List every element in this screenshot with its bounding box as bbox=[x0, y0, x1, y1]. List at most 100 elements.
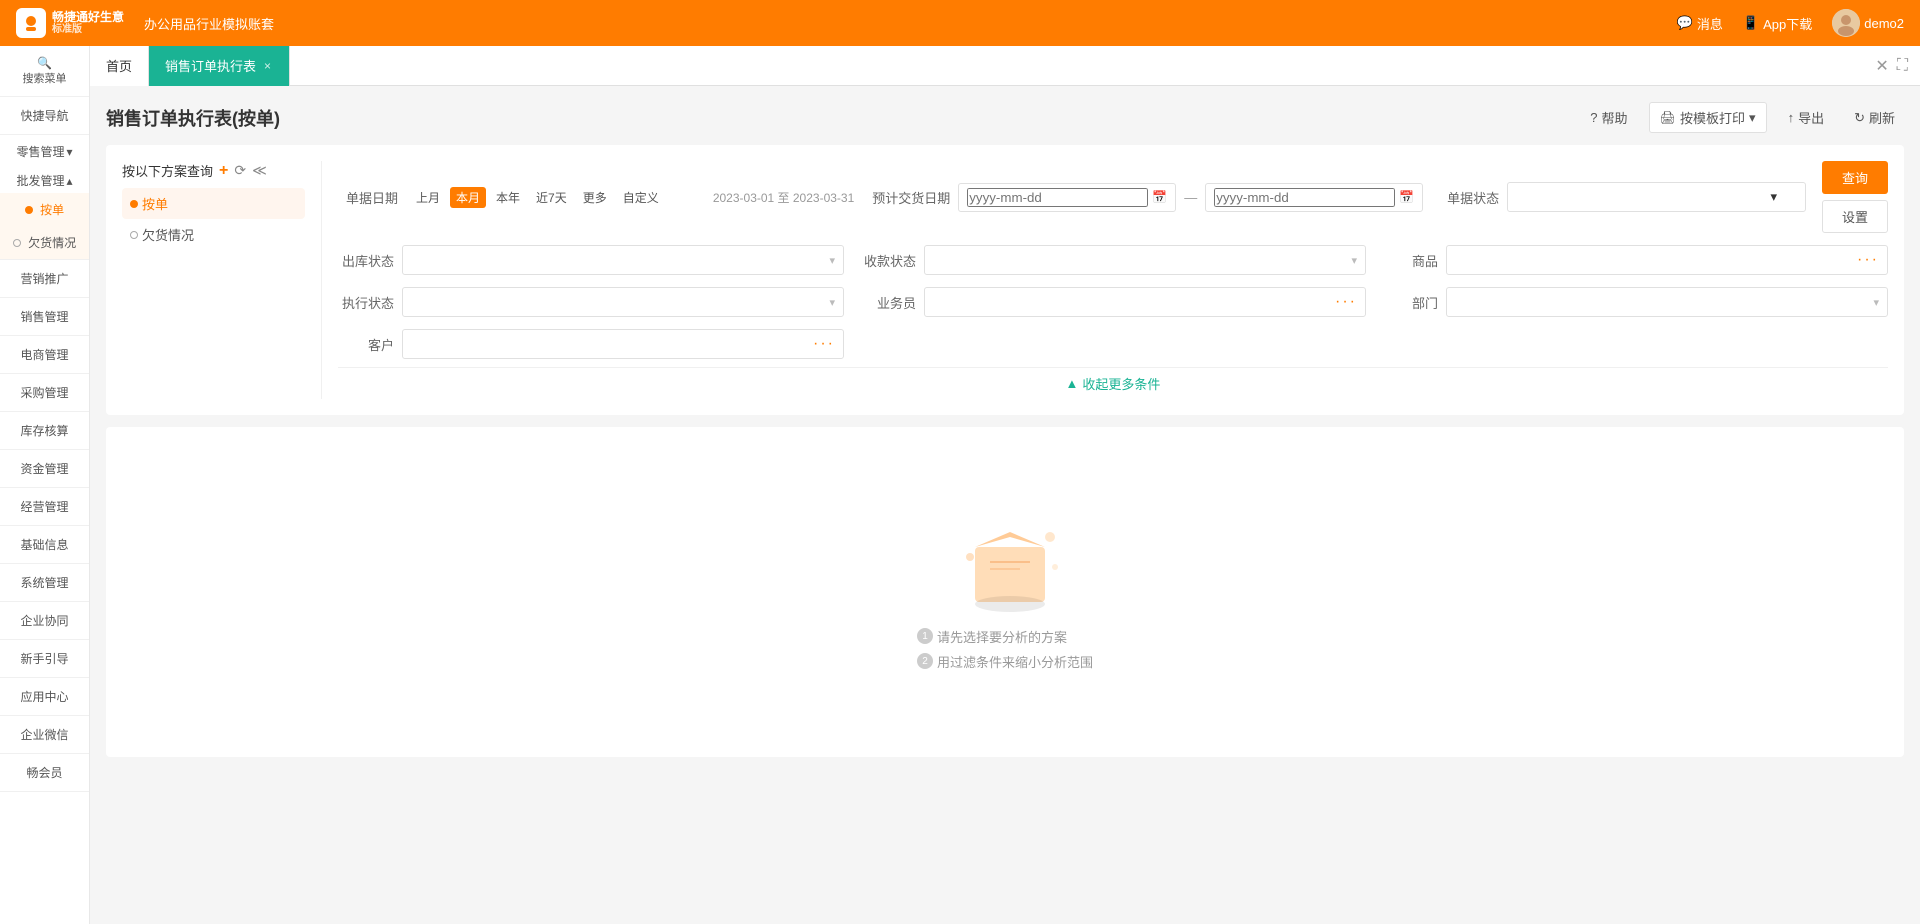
basic-label: 基础信息 bbox=[20, 538, 68, 552]
message-label: 消息 bbox=[1697, 14, 1723, 33]
customer-label: 客户 bbox=[338, 335, 394, 354]
sidebar-sub-item-欠货情况[interactable]: 欠货情况 bbox=[0, 226, 89, 259]
exec-status-cell: 执行状态 ▾ bbox=[338, 287, 844, 317]
add-scheme-button[interactable]: + bbox=[219, 162, 228, 180]
wechat-label: 企业微信 bbox=[20, 728, 68, 742]
sidebar-item-enterprise[interactable]: 企业协同 bbox=[0, 602, 89, 640]
empty-state: 1 请先选择要分析的方案 2 用过滤条件来缩小分析范围 bbox=[106, 427, 1904, 757]
scheme-active-dot bbox=[130, 200, 138, 208]
date-label: 单据日期 bbox=[338, 188, 398, 207]
doc-status-select[interactable]: ▾ bbox=[1507, 182, 1806, 212]
scheme-item-按单[interactable]: 按单 bbox=[122, 188, 305, 219]
page-actions: ? 帮助 🖨 按模板打印 ▾ ↑ 导出 ↻ 刷新 bbox=[1581, 102, 1904, 133]
print-button[interactable]: 🖨 按模板打印 ▾ bbox=[1649, 102, 1767, 133]
filter-row-2: 出库状态 ▾ 收款状态 ▾ bbox=[338, 245, 1888, 275]
customer-select[interactable]: ··· bbox=[402, 329, 844, 359]
dept-select[interactable]: ▾ bbox=[1446, 287, 1888, 317]
filter-section-title-text: 按以下方案查询 bbox=[122, 161, 213, 180]
scheme-item-欠货情况[interactable]: 欠货情况 bbox=[122, 219, 305, 250]
sidebar-item-search[interactable]: 🔍 搜索菜单 bbox=[0, 46, 89, 97]
sidebar-item-purchase[interactable]: 采购管理 bbox=[0, 374, 89, 412]
outbound-status-select[interactable]: ▾ bbox=[402, 245, 844, 275]
sidebar-sub-欠货情况-label: 欠货情况 bbox=[28, 236, 76, 250]
page-title: 销售订单执行表(按单) bbox=[106, 105, 280, 131]
goods-select[interactable]: ··· bbox=[1446, 245, 1888, 275]
payment-status-select[interactable]: ▾ bbox=[924, 245, 1366, 275]
date-tab-more[interactable]: 更多 bbox=[577, 187, 613, 208]
outbound-status-cell: 出库状态 ▾ bbox=[338, 245, 844, 275]
top-nav-right: 💬 消息 📱 App下载 demo2 bbox=[1677, 9, 1904, 37]
empty-box-svg bbox=[955, 507, 1075, 617]
sidebar-item-system[interactable]: 系统管理 bbox=[0, 564, 89, 602]
sidebar-item-apps[interactable]: 应用中心 bbox=[0, 678, 89, 716]
export-button[interactable]: ↑ 导出 bbox=[1779, 103, 1834, 132]
calendar-icon-1: 📅 bbox=[1152, 190, 1167, 204]
user-nav-item[interactable]: demo2 bbox=[1832, 9, 1904, 37]
expected-date-start-input[interactable] bbox=[967, 188, 1148, 207]
print-label: 按模板打印 bbox=[1680, 108, 1745, 127]
refresh-button[interactable]: ↻ 刷新 bbox=[1845, 103, 1904, 132]
expected-date-end-input[interactable] bbox=[1214, 188, 1395, 207]
sales-label: 销售管理 bbox=[20, 310, 68, 324]
message-nav-item[interactable]: 💬 消息 bbox=[1677, 14, 1723, 33]
hint-text-2: 用过滤条件来缩小分析范围 bbox=[937, 652, 1093, 671]
purchase-label: 采购管理 bbox=[20, 386, 68, 400]
finance-label: 资金管理 bbox=[20, 462, 68, 476]
sidebar-item-operation[interactable]: 经营管理 bbox=[0, 488, 89, 526]
doc-status-label: 单据状态 bbox=[1439, 188, 1499, 207]
tab-home[interactable]: 首页 bbox=[90, 46, 149, 86]
empty-hint-1: 1 请先选择要分析的方案 bbox=[917, 627, 1093, 646]
sidebar-item-newbie[interactable]: 新手引导 bbox=[0, 640, 89, 678]
settings-button[interactable]: 设置 bbox=[1822, 200, 1888, 233]
logo-sub: 标准版 bbox=[52, 24, 124, 36]
exec-arrow-icon: ▾ bbox=[829, 296, 835, 309]
wholesale-arrow-icon: ▴ bbox=[66, 174, 72, 188]
app-download-nav-item[interactable]: 📱 App下载 bbox=[1743, 14, 1812, 33]
sidebar-item-sales[interactable]: 销售管理 bbox=[0, 298, 89, 336]
date-tab-last-month[interactable]: 上月 bbox=[410, 187, 446, 208]
tab-close-window-icon[interactable]: ✕ bbox=[1875, 56, 1888, 76]
tab-expand-icon[interactable]: ⛶ bbox=[1897, 57, 1908, 75]
date-tab-this-month[interactable]: 本月 bbox=[450, 187, 486, 208]
tab-active[interactable]: 销售订单执行表 × bbox=[149, 46, 290, 86]
nav-dropdown[interactable]: 办公用品行业模拟账套 bbox=[144, 14, 274, 33]
sidebar-item-ecommerce[interactable]: 电商管理 bbox=[0, 336, 89, 374]
logo-title: 畅捷通好生意 bbox=[52, 10, 124, 24]
exec-status-select[interactable]: ▾ bbox=[402, 287, 844, 317]
active-dot-icon bbox=[25, 206, 33, 214]
empty-illustration bbox=[955, 507, 1055, 607]
inventory-label: 库存核算 bbox=[20, 424, 68, 438]
sidebar-sub-按单-label: 按单 bbox=[40, 203, 64, 217]
payment-status-cell: 收款状态 ▾ bbox=[860, 245, 1366, 275]
sidebar-sub-item-按单[interactable]: 按单 bbox=[0, 193, 89, 226]
help-button[interactable]: ? 帮助 bbox=[1581, 103, 1636, 132]
tab-close-icon[interactable]: × bbox=[262, 57, 273, 75]
collapse-button[interactable]: ▲ 收起更多条件 bbox=[338, 367, 1888, 399]
logo[interactable]: 畅捷通好生意 标准版 bbox=[16, 8, 124, 38]
search-button[interactable]: 查询 bbox=[1822, 161, 1888, 194]
sidebar-item-marketing[interactable]: 营销推广 bbox=[0, 260, 89, 298]
collapse-scheme-icon[interactable]: ≪ bbox=[252, 162, 267, 179]
salesperson-label: 业务员 bbox=[860, 293, 916, 312]
main-layout: 🔍 搜索菜单 快捷导航 零售管理 ▾ 批发管理 ▴ 按单 欠货情况 营销推广 bbox=[0, 46, 1920, 924]
refresh-scheme-icon[interactable]: ⟳ bbox=[234, 162, 246, 179]
sidebar-item-inventory[interactable]: 库存核算 bbox=[0, 412, 89, 450]
refresh-label: 刷新 bbox=[1869, 108, 1895, 127]
date-tab-this-year[interactable]: 本年 bbox=[490, 187, 526, 208]
doc-status-arrow: ▾ bbox=[1770, 189, 1777, 205]
sidebar-item-finance[interactable]: 资金管理 bbox=[0, 450, 89, 488]
help-label: 帮助 bbox=[1601, 108, 1627, 127]
date-tab-custom[interactable]: 自定义 bbox=[617, 187, 665, 208]
sidebar-item-retail[interactable]: 零售管理 ▾ bbox=[0, 135, 89, 164]
collapse-icon: ▲ bbox=[1066, 376, 1079, 391]
sidebar-item-member[interactable]: 畅会员 bbox=[0, 754, 89, 792]
expected-date-start[interactable]: 📅 bbox=[958, 183, 1176, 212]
sidebar-item-wholesale[interactable]: 批发管理 ▴ bbox=[0, 164, 89, 193]
expected-date-end[interactable]: 📅 bbox=[1205, 183, 1423, 212]
salesperson-select[interactable]: ··· bbox=[924, 287, 1366, 317]
sidebar-item-wechat[interactable]: 企业微信 bbox=[0, 716, 89, 754]
date-tab-7days[interactable]: 近7天 bbox=[530, 187, 573, 208]
sidebar-item-quick-nav[interactable]: 快捷导航 bbox=[0, 97, 89, 135]
sidebar-item-basic[interactable]: 基础信息 bbox=[0, 526, 89, 564]
newbie-label: 新手引导 bbox=[20, 652, 68, 666]
